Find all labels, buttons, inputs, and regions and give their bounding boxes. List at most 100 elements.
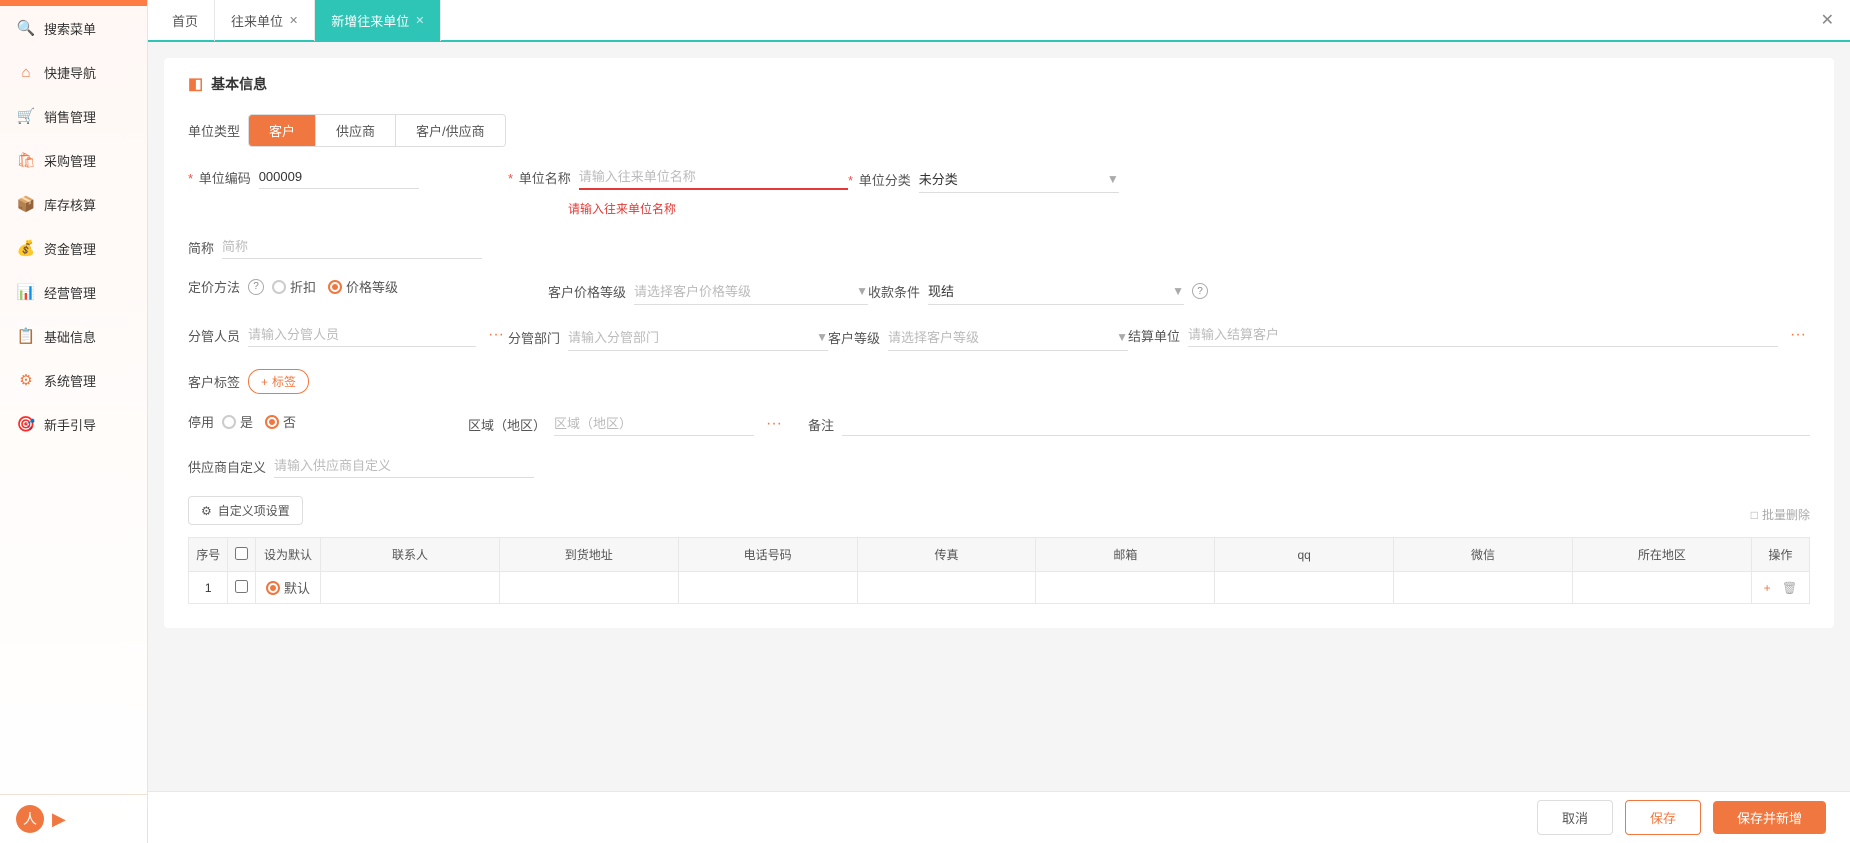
window-close-icon[interactable]: ✕ [1821,10,1834,30]
unit-name-input[interactable] [579,165,848,190]
pricing-radio-group: 折扣 价格等级 [272,277,398,296]
dept-select[interactable]: 请输入分管部门 ▼ [568,323,828,351]
tab-new-partner[interactable]: 新增往来单位 ✕ [315,0,441,41]
row-email-input[interactable] [1042,581,1208,595]
payment-terms-help-icon[interactable]: ? [1192,283,1208,299]
batch-delete-button[interactable]: □ 批量删除 [1751,506,1810,523]
row-add-btn[interactable]: + [1764,581,1771,595]
sidebar: 🔍 搜索菜单 ⌂ 快捷导航 🛒 销售管理 🛍 采购管理 📦 库存核算 💰 资金管… [0,0,148,843]
customer-price-level-placeholder: 请选择客户价格等级 [634,281,856,300]
remark-input[interactable] [842,412,1810,436]
cancel-button[interactable]: 取消 [1537,800,1613,835]
batch-delete-label: 批量删除 [1762,506,1810,523]
customer-price-level-chevron: ▼ [856,284,868,298]
supervisor-input[interactable] [248,323,476,347]
customer-tag-field: 客户标签 + 标签 [188,369,1810,394]
row-email [1036,572,1215,604]
customer-level-placeholder: 请选择客户等级 [888,327,1116,346]
row-region-input[interactable] [1579,581,1745,595]
region-input[interactable] [554,412,754,436]
row-contact-input[interactable] [327,581,493,595]
row-qq-input[interactable] [1221,581,1387,595]
sidebar-item-newbie-label: 新手引导 [44,415,96,434]
sidebar-expand-icon[interactable]: ▶ [52,809,66,830]
unit-category-select[interactable]: 未分类 ▼ [919,165,1119,193]
col-fax: 传真 [857,538,1036,572]
dept-field: 分管部门 请输入分管部门 ▼ [508,323,828,351]
unit-code-input[interactable] [259,165,419,189]
remark-label: 备注 [808,415,834,434]
basic-icon: 📋 [16,326,36,346]
tab-new-partner-close[interactable]: ✕ [415,14,424,27]
row-delete-btn[interactable]: 🗑 [1782,581,1797,595]
pricing-pricelevel-circle [328,280,342,294]
customer-price-level-select[interactable]: 请选择客户价格等级 ▼ [634,277,868,305]
sales-icon: 🛒 [16,106,36,126]
save-button[interactable]: 保存 [1625,800,1701,835]
sidebar-item-purchase[interactable]: 🛍 采购管理 [0,138,147,182]
supervisor-label: 分管人员 [188,326,240,345]
pricing-pricelevel-radio[interactable]: 价格等级 [328,277,398,296]
sidebar-item-operations[interactable]: 📊 经营管理 [0,270,147,314]
pricing-help-icon[interactable]: ? [248,279,264,295]
row-address-input[interactable] [506,581,672,595]
unit-category-value: 未分类 [919,169,1107,188]
row-fax [857,572,1036,604]
pricing-discount-radio[interactable]: 折扣 [272,277,316,296]
supervisor-row: 分管人员 ··· 分管部门 请输入分管部门 ▼ 客户等级 请选择客户等级 [188,323,1810,351]
payment-terms-select[interactable]: 现结 ▼ [928,277,1184,305]
system-icon: ⚙ [16,370,36,390]
tag-add-button[interactable]: + 标签 [248,369,309,394]
sidebar-item-quicknav-label: 快捷导航 [44,63,96,82]
customer-level-select[interactable]: 请选择客户等级 ▼ [888,323,1128,351]
row-default-radio[interactable]: 默认 [262,578,314,597]
row-address [499,572,678,604]
newbie-icon: 🎯 [16,414,36,434]
batch-delete-icon: □ [1751,508,1758,522]
disable-no-radio[interactable]: 否 [265,412,296,431]
col-seq: 序号 [189,538,228,572]
sidebar-item-system-label: 系统管理 [44,371,96,390]
supervisor-more-btn[interactable]: ··· [484,326,508,344]
pricing-method-field: 定价方法 ? 折扣 价格等级 [188,277,548,296]
unit-code-label: * 单位编码 [188,168,251,187]
settlement-unit-more-btn[interactable]: ··· [1786,326,1810,344]
pricing-method-label: 定价方法 [188,277,240,296]
dept-label: 分管部门 [508,328,560,347]
sidebar-item-system[interactable]: ⚙ 系统管理 [0,358,147,402]
col-checkbox [228,538,256,572]
row-wechat-input[interactable] [1400,581,1566,595]
custom-settings-button[interactable]: ⚙ 自定义项设置 [188,496,303,525]
unit-type-supplier-btn[interactable]: 供应商 [316,115,396,146]
sidebar-item-basic[interactable]: 📋 基础信息 [0,314,147,358]
tab-partners-label: 往来单位 [231,11,283,30]
sidebar-item-finance[interactable]: 💰 资金管理 [0,226,147,270]
disable-radio-group: 是 否 [222,412,296,431]
user-avatar: 人 [16,805,44,833]
unit-type-both-btn[interactable]: 客户/供应商 [396,115,505,146]
tab-home[interactable]: 首页 [156,0,215,41]
tab-partners[interactable]: 往来单位 ✕ [215,0,315,41]
supplier-custom-row: 供应商自定义 [188,454,1810,478]
sidebar-item-search[interactable]: 🔍 搜索菜单 [0,6,147,50]
unit-type-customer-btn[interactable]: 客户 [249,115,316,146]
table-select-all[interactable] [235,547,248,560]
alias-input[interactable] [222,235,482,259]
row-select-checkbox[interactable] [235,580,248,593]
save-new-button[interactable]: 保存并新增 [1713,801,1826,834]
sidebar-item-sales[interactable]: 🛒 销售管理 [0,94,147,138]
row-phone-input[interactable] [685,581,851,595]
tab-partners-close[interactable]: ✕ [289,14,298,27]
tab-bar: 首页 往来单位 ✕ 新增往来单位 ✕ ✕ [148,0,1850,42]
sidebar-item-inventory[interactable]: 📦 库存核算 [0,182,147,226]
row-fax-input[interactable] [864,581,1030,595]
disable-yes-radio[interactable]: 是 [222,412,253,431]
sidebar-item-purchase-label: 采购管理 [44,151,96,170]
region-more-btn[interactable]: ··· [762,415,786,433]
sidebar-item-newbie[interactable]: 🎯 新手引导 [0,402,147,446]
sidebar-item-quicknav[interactable]: ⌂ 快捷导航 [0,50,147,94]
supplier-custom-input[interactable] [274,454,534,478]
operations-icon: 📊 [16,282,36,302]
col-region: 所在地区 [1572,538,1751,572]
settlement-unit-input[interactable] [1188,323,1778,347]
